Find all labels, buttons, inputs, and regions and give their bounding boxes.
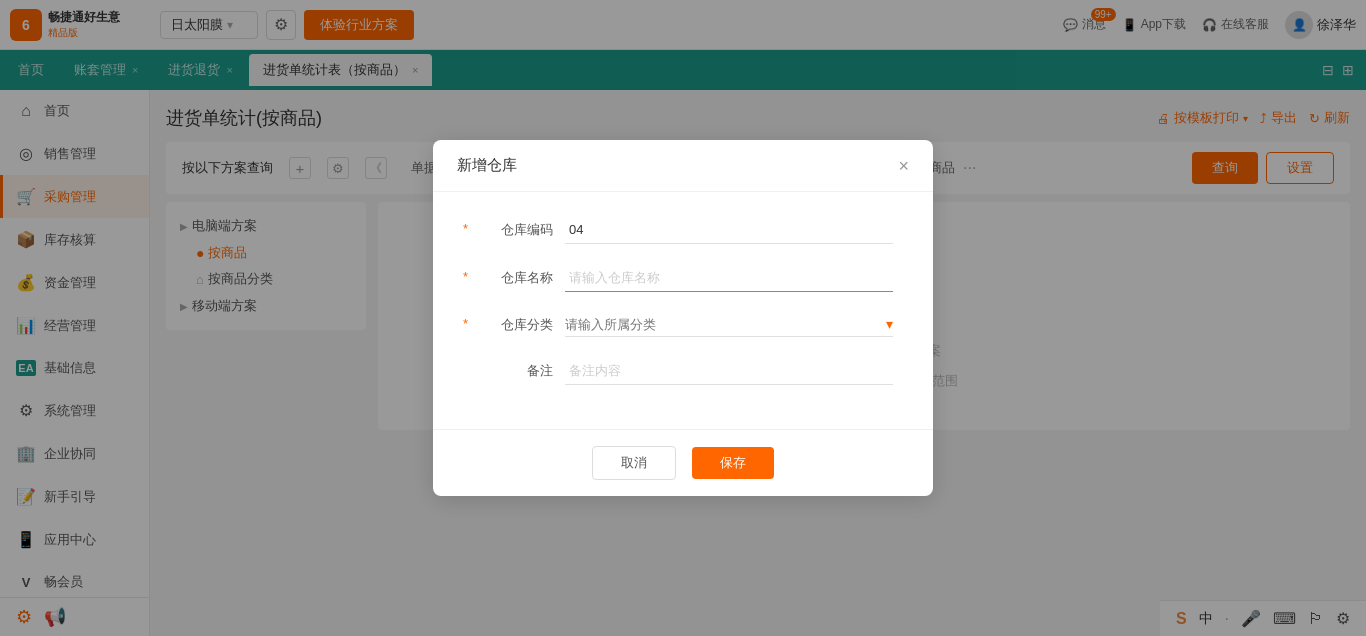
save-button[interactable]: 保存 [692, 447, 774, 479]
dialog-title: 新增仓库 [457, 156, 517, 175]
code-input[interactable] [565, 216, 893, 244]
cancel-button[interactable]: 取消 [592, 446, 676, 480]
name-input[interactable] [565, 264, 893, 292]
remark-input[interactable] [565, 357, 893, 385]
remark-label: 备注 [473, 362, 553, 380]
form-row-code: 仓库编码 [473, 216, 893, 244]
new-warehouse-dialog: 新增仓库 × 仓库编码 仓库名称 仓库分类 ▾ [433, 140, 933, 496]
code-label: 仓库编码 [473, 221, 553, 239]
dialog-body: 仓库编码 仓库名称 仓库分类 ▾ 备注 [433, 192, 933, 429]
dialog-footer: 取消 保存 [433, 429, 933, 496]
category-dropdown-icon[interactable]: ▾ [886, 316, 893, 332]
name-label: 仓库名称 [473, 269, 553, 287]
dialog-overlay: 新增仓库 × 仓库编码 仓库名称 仓库分类 ▾ [0, 0, 1366, 636]
dialog-header: 新增仓库 × [433, 140, 933, 192]
category-label: 仓库分类 [473, 316, 553, 334]
form-row-remark: 备注 [473, 357, 893, 385]
form-row-category: 仓库分类 ▾ [473, 312, 893, 337]
category-select-row: ▾ [565, 312, 893, 337]
dialog-close-button[interactable]: × [898, 157, 909, 175]
category-input[interactable] [565, 317, 886, 332]
form-row-name: 仓库名称 [473, 264, 893, 292]
